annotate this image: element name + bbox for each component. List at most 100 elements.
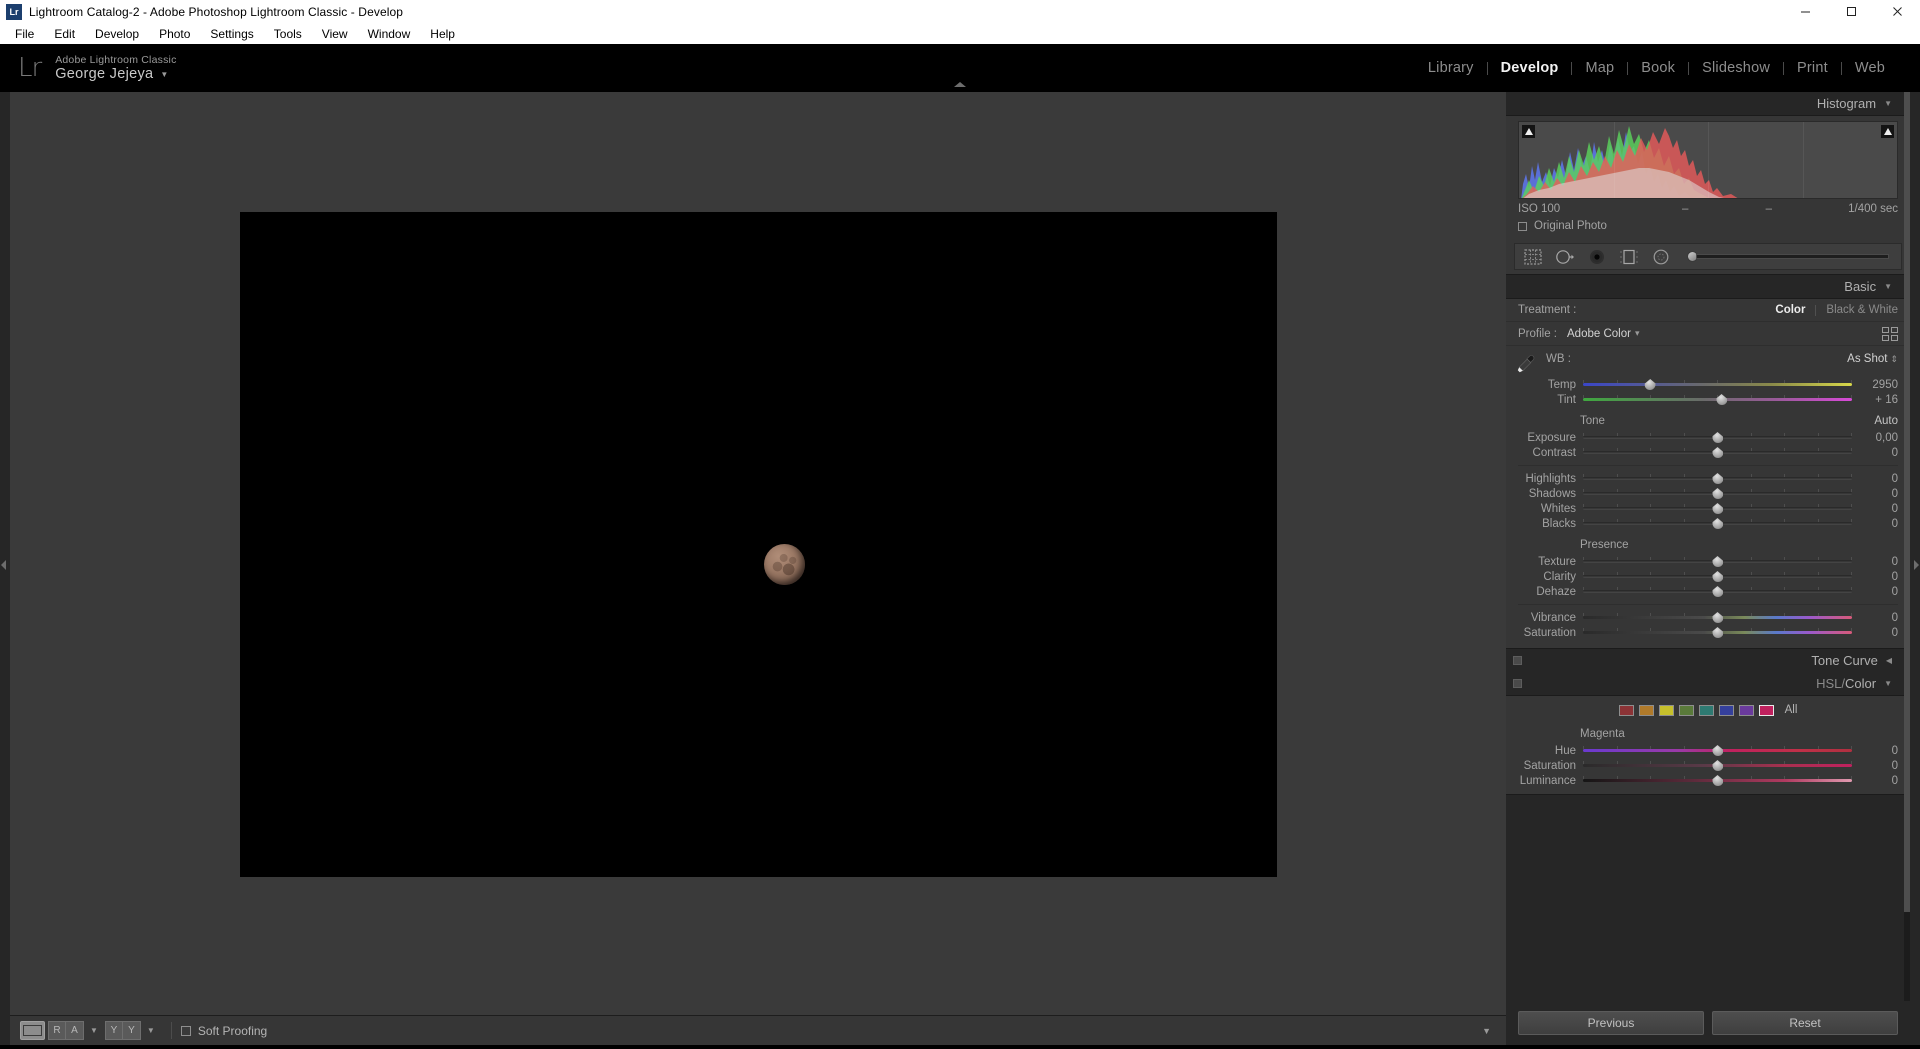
slider-whites[interactable]: Whites 0 (1506, 501, 1910, 516)
slider-knob[interactable] (1712, 745, 1723, 756)
soft-proofing-checkbox[interactable] (180, 1025, 191, 1036)
spot-removal-icon[interactable] (1555, 247, 1575, 267)
module-print[interactable]: Print (1784, 60, 1841, 76)
slider-clarity[interactable]: Clarity 0 (1506, 569, 1910, 584)
slider-track[interactable] (1583, 610, 1852, 625)
hsl-color-panel-header[interactable]: HSL / Color ▼ (1506, 672, 1910, 695)
slider-shadows[interactable]: Shadows 0 (1506, 486, 1910, 501)
shadow-clipping-indicator[interactable] (1522, 125, 1535, 138)
slider-temp[interactable]: Temp 2950 (1506, 377, 1910, 392)
hsl-all-channels-button[interactable]: All (1785, 704, 1798, 716)
slider-luminance[interactable]: Luminance 0 (1506, 773, 1910, 788)
white-balance-selector-button[interactable] (1506, 350, 1546, 375)
wb-preset-stepper-icon[interactable]: ⇕ (1890, 354, 1898, 365)
slider-value[interactable]: 0,00 (1858, 432, 1898, 444)
slider-track[interactable] (1583, 516, 1852, 531)
previous-button[interactable]: Previous (1518, 1011, 1704, 1035)
chevron-down-icon[interactable]: ▼ (1884, 282, 1892, 291)
slider-knob[interactable] (1716, 394, 1727, 405)
chevron-down-icon[interactable]: ▼ (1884, 99, 1892, 108)
compare-view-chevron-down-icon[interactable]: ▼ (90, 1026, 98, 1035)
slider-highlights[interactable]: Highlights 0 (1506, 471, 1910, 486)
module-book[interactable]: Book (1628, 60, 1688, 76)
chevron-down-icon[interactable]: ▼ (160, 70, 168, 79)
original-photo-checkbox[interactable] (1518, 221, 1527, 231)
slider-knob[interactable] (1712, 447, 1723, 458)
module-library[interactable]: Library (1415, 60, 1487, 76)
slider-knob[interactable] (1712, 571, 1723, 582)
radial-gradient-icon[interactable] (1651, 247, 1671, 267)
histogram-graph[interactable] (1518, 121, 1898, 199)
loupe-view-button[interactable] (20, 1021, 45, 1040)
auto-tone-button[interactable]: Auto (1874, 415, 1898, 427)
slider-track[interactable] (1583, 430, 1852, 445)
slider-track[interactable] (1583, 569, 1852, 584)
slider-track[interactable] (1583, 445, 1852, 460)
linear-gradient-icon[interactable] (1619, 247, 1639, 267)
module-slideshow[interactable]: Slideshow (1689, 60, 1783, 76)
hsl-swatch-red[interactable] (1618, 704, 1634, 716)
slider-tint[interactable]: Tint + 16 (1506, 392, 1910, 407)
profile-value[interactable]: Adobe Color (1567, 328, 1631, 340)
compare-view-r-icon[interactable]: R (48, 1021, 66, 1040)
crop-overlay-icon[interactable] (1523, 247, 1543, 267)
slider-knob[interactable] (1712, 473, 1723, 484)
treatment-black-white-option[interactable]: Black & White (1826, 304, 1898, 316)
slider-track[interactable] (1583, 486, 1852, 501)
minimize-button[interactable] (1782, 0, 1828, 23)
red-eye-correction-icon[interactable] (1587, 247, 1607, 267)
module-web[interactable]: Web (1842, 60, 1898, 76)
tone-curve-panel-header[interactable]: Tone Curve ◀ (1506, 649, 1910, 672)
slider-vibrance[interactable]: Vibrance 0 (1506, 610, 1910, 625)
slider-track[interactable] (1583, 377, 1852, 392)
slider-value[interactable]: 0 (1858, 627, 1898, 639)
slider-value[interactable]: 0 (1858, 503, 1898, 515)
menu-edit[interactable]: Edit (44, 25, 85, 43)
slider-value[interactable]: 0 (1858, 760, 1898, 772)
menu-window[interactable]: Window (358, 25, 421, 43)
hsl-swatch-blue[interactable] (1718, 704, 1734, 716)
profile-browser-grid-icon[interactable] (1882, 326, 1898, 341)
right-panel-collapse-arrow-icon[interactable] (1914, 560, 1919, 570)
hsl-swatch-aqua[interactable] (1698, 704, 1714, 716)
module-develop[interactable]: Develop (1488, 60, 1572, 76)
before-after-chevron-down-icon[interactable]: ▼ (147, 1026, 155, 1035)
photo-preview[interactable] (239, 212, 1277, 877)
identity-plate[interactable]: Adobe Lightroom Classic George Jejeya ▼ (55, 54, 176, 82)
slider-knob[interactable] (1712, 627, 1723, 638)
slider-knob[interactable] (1712, 556, 1723, 567)
chevron-down-icon[interactable]: ▼ (1884, 679, 1892, 688)
slider-value[interactable]: 2950 (1858, 379, 1898, 391)
compare-view-group[interactable]: R A (48, 1021, 84, 1040)
slider-value[interactable]: 0 (1858, 745, 1898, 757)
left-panel-collapsed-strip[interactable] (0, 92, 10, 1045)
slider-knob[interactable] (1712, 432, 1723, 443)
menu-view[interactable]: View (312, 25, 358, 43)
slider-contrast[interactable]: Contrast 0 (1506, 445, 1910, 460)
before-after-y2-icon[interactable]: Y (122, 1021, 141, 1040)
menu-develop[interactable]: Develop (85, 25, 149, 43)
hsl-swatch-green[interactable] (1678, 704, 1694, 716)
slider-value[interactable]: 0 (1858, 571, 1898, 583)
slider-track[interactable] (1583, 584, 1852, 599)
profile-stepper-icon[interactable]: ▾ (1635, 328, 1640, 339)
slider-knob[interactable] (1712, 775, 1723, 786)
slider-value[interactable]: 0 (1858, 447, 1898, 459)
menu-tools[interactable]: Tools (264, 25, 312, 43)
before-after-y1-icon[interactable]: Y (104, 1021, 123, 1040)
left-panel-expand-arrow-icon[interactable] (1, 560, 6, 570)
tool-size-slider[interactable] (1687, 251, 1889, 262)
tool-size-slider-track[interactable] (1696, 254, 1889, 259)
tone-curve-enable-switch[interactable] (1513, 656, 1522, 665)
slider-dehaze[interactable]: Dehaze 0 (1506, 584, 1910, 599)
slider-value[interactable]: 0 (1858, 775, 1898, 787)
compare-view-a-icon[interactable]: A (66, 1021, 84, 1040)
slider-track[interactable] (1583, 501, 1852, 516)
slider-knob[interactable] (1712, 612, 1723, 623)
slider-value[interactable]: 0 (1858, 473, 1898, 485)
slider-track[interactable] (1583, 554, 1852, 569)
slider-value[interactable]: + 16 (1858, 394, 1898, 406)
slider-value[interactable]: 0 (1858, 518, 1898, 530)
hsl-enable-switch[interactable] (1513, 679, 1522, 688)
slider-saturation[interactable]: Saturation 0 (1506, 625, 1910, 640)
